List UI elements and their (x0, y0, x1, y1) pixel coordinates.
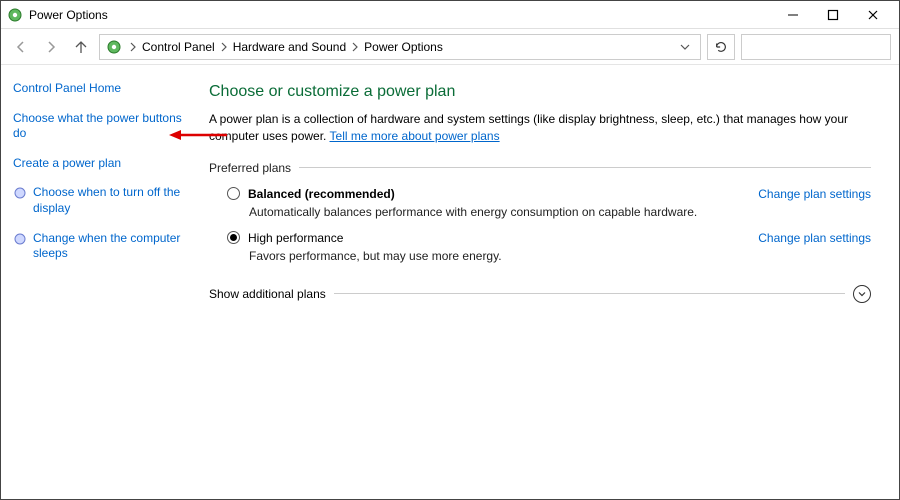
plan-description: Favors performance, but may use more ene… (249, 249, 871, 263)
refresh-button[interactable] (707, 34, 735, 60)
close-button[interactable] (853, 1, 893, 29)
sidebar-link-sleep[interactable]: Change when the computer sleeps (33, 231, 189, 262)
divider (334, 293, 845, 294)
power-plan-balanced: Balanced (recommended) Change plan setti… (227, 187, 871, 219)
shield-icon (13, 232, 27, 246)
control-panel-home-link[interactable]: Control Panel Home (13, 81, 189, 97)
sidebar-link-display-off[interactable]: Choose when to turn off the display (33, 185, 189, 216)
plan-description: Automatically balances performance with … (249, 205, 871, 219)
address-dropdown[interactable] (676, 42, 694, 52)
page-heading: Choose or customize a power plan (209, 83, 871, 101)
chevron-right-icon[interactable] (350, 42, 360, 52)
divider (299, 167, 871, 168)
preferred-plans-group: Preferred plans (209, 161, 871, 175)
app-icon (7, 7, 23, 23)
breadcrumb-root[interactable]: Control Panel (142, 40, 215, 54)
shield-icon (13, 186, 27, 200)
chevron-right-icon[interactable] (128, 42, 138, 52)
maximize-button[interactable] (813, 1, 853, 29)
search-input[interactable] (741, 34, 891, 60)
sidebar-link-power-buttons[interactable]: Choose what the power buttons do (13, 111, 189, 142)
plan-name[interactable]: High performance (248, 231, 343, 245)
learn-more-link[interactable]: Tell me more about power plans (330, 129, 500, 143)
content-pane: Choose or customize a power plan A power… (201, 65, 899, 499)
back-button[interactable] (9, 35, 33, 59)
radio-balanced[interactable] (227, 187, 240, 200)
title-bar: Power Options (1, 1, 899, 29)
minimize-button[interactable] (773, 1, 813, 29)
breadcrumb-leaf[interactable]: Power Options (364, 40, 443, 54)
change-plan-settings-link[interactable]: Change plan settings (758, 187, 871, 201)
forward-button[interactable] (39, 35, 63, 59)
sidebar-link-create-plan[interactable]: Create a power plan (13, 156, 189, 172)
up-button[interactable] (69, 35, 93, 59)
change-plan-settings-link[interactable]: Change plan settings (758, 231, 871, 245)
preferred-plans-label: Preferred plans (209, 161, 299, 175)
breadcrumb-mid[interactable]: Hardware and Sound (233, 40, 346, 54)
show-additional-plans[interactable]: Show additional plans (209, 285, 871, 303)
expander-label: Show additional plans (209, 287, 326, 301)
page-description: A power plan is a collection of hardware… (209, 111, 871, 145)
chevron-down-icon[interactable] (853, 285, 871, 303)
nav-bar: Control Panel Hardware and Sound Power O… (1, 29, 899, 65)
radio-high-performance[interactable] (227, 231, 240, 244)
power-icon (106, 39, 122, 55)
window-title: Power Options (29, 8, 108, 22)
plan-name[interactable]: Balanced (recommended) (248, 187, 395, 201)
description-text: A power plan is a collection of hardware… (209, 112, 848, 143)
chevron-right-icon[interactable] (219, 42, 229, 52)
sidebar: Control Panel Home Choose what the power… (1, 65, 201, 499)
address-bar[interactable]: Control Panel Hardware and Sound Power O… (99, 34, 701, 60)
power-plan-high-performance: High performance Change plan settings Fa… (227, 231, 871, 263)
